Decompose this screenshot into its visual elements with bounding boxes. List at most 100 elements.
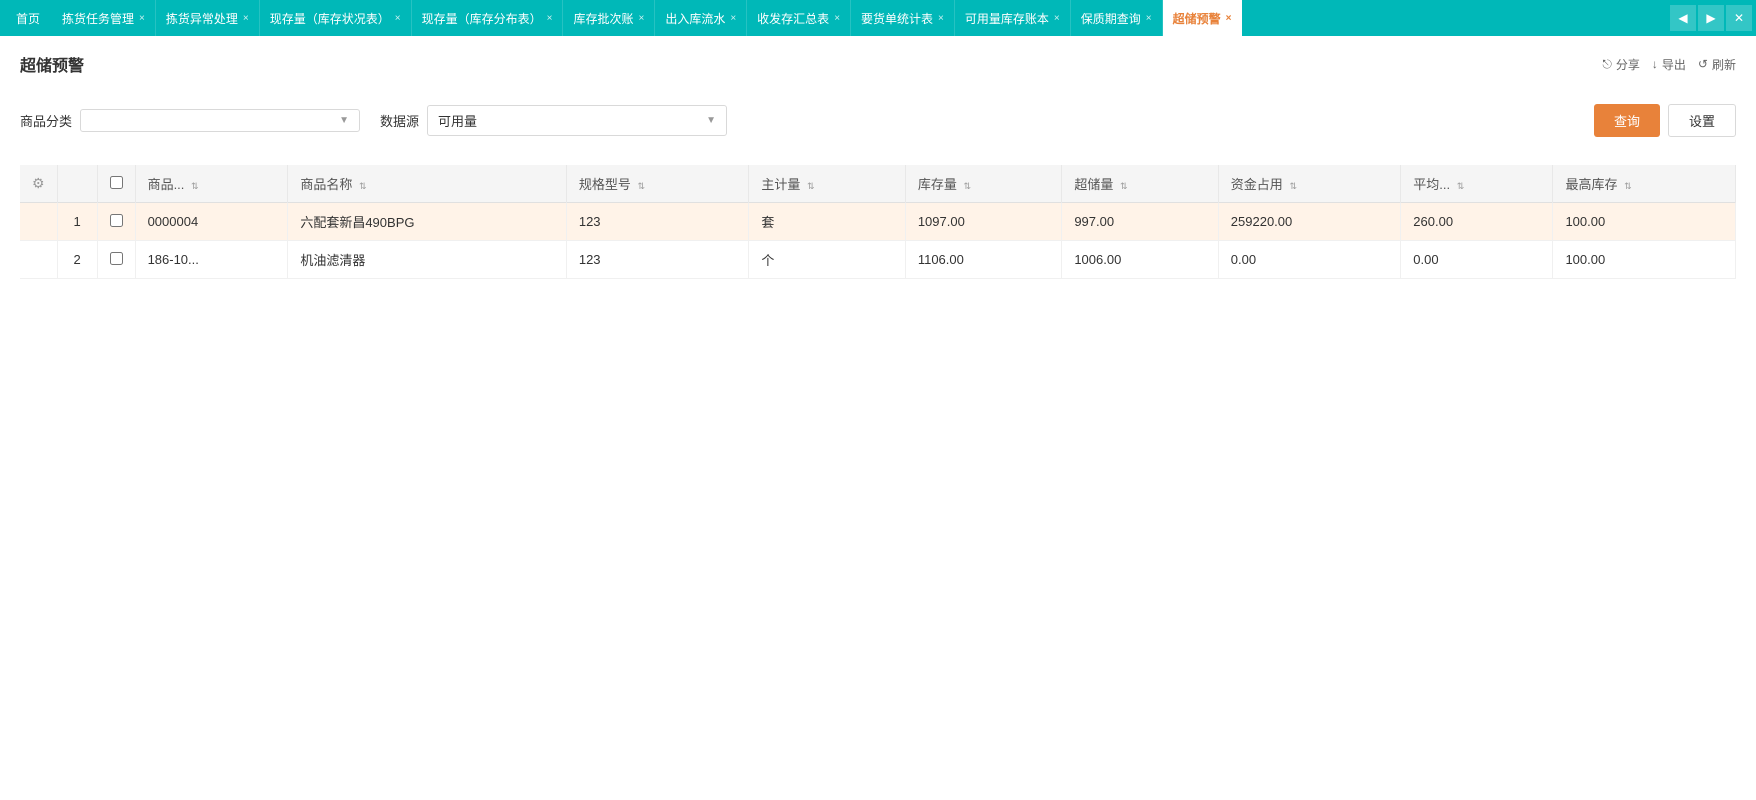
table-row: 2 186-10... 机油滤清器 123 个 1106.00 1006.00 … bbox=[20, 241, 1736, 279]
th-stock[interactable]: 库存量 ⇅ bbox=[905, 165, 1061, 203]
row-checkbox[interactable] bbox=[110, 252, 123, 265]
nav-tab-4[interactable]: 库存批次账 × bbox=[563, 0, 655, 36]
export-button[interactable]: ↓ 导出 bbox=[1652, 56, 1686, 73]
th-goods-name[interactable]: 商品名称 ⇅ bbox=[288, 165, 567, 203]
th-avg[interactable]: 平均... ⇅ bbox=[1401, 165, 1553, 203]
row-goods-name: 机油滤清器 bbox=[288, 241, 567, 279]
th-capital-label: 资金占用 bbox=[1231, 177, 1283, 192]
th-spec[interactable]: 规格型号 ⇅ bbox=[566, 165, 749, 203]
nav-tab-label-3: 现存量（库存分布表） bbox=[422, 10, 542, 27]
th-checkbox bbox=[97, 165, 135, 203]
nav-tab-9[interactable]: 保质期查询 × bbox=[1071, 0, 1163, 36]
nav-tab-close-0[interactable]: × bbox=[139, 13, 145, 24]
nav-tab-close-2[interactable]: × bbox=[395, 13, 401, 24]
row-checkbox[interactable] bbox=[110, 214, 123, 227]
nav-tab-close-10[interactable]: × bbox=[1226, 13, 1232, 24]
refresh-button[interactable]: ↺ 刷新 bbox=[1698, 56, 1736, 73]
nav-tab-5[interactable]: 出入库流水 × bbox=[655, 0, 747, 36]
nav-tab-close-1[interactable]: × bbox=[243, 13, 249, 24]
th-max-stock[interactable]: 最高库存 ⇅ bbox=[1553, 165, 1736, 203]
sort-icon-goods-name: ⇅ bbox=[359, 181, 367, 191]
nav-tab-close-9[interactable]: × bbox=[1146, 13, 1152, 24]
nav-prev-button[interactable]: ◀ bbox=[1670, 5, 1696, 31]
settings-gear-icon[interactable]: ⚙ bbox=[32, 175, 45, 191]
th-overstock-label: 超储量 bbox=[1074, 177, 1113, 192]
page-title: 超储预警 bbox=[20, 52, 84, 76]
nav-tab-label-7: 要货单统计表 bbox=[861, 10, 933, 27]
refresh-label: 刷新 bbox=[1712, 56, 1736, 73]
datasource-select[interactable]: 可用量 ▼ bbox=[427, 105, 727, 136]
nav-tab-8[interactable]: 可用量库存账本 × bbox=[955, 0, 1071, 36]
nav-tab-10[interactable]: 超储预警 × bbox=[1163, 0, 1243, 36]
share-button[interactable]: ⎋ 分享 bbox=[1602, 56, 1640, 73]
th-stock-label: 库存量 bbox=[918, 177, 957, 192]
filter-actions: 查询 设置 bbox=[1594, 104, 1736, 137]
th-spec-label: 规格型号 bbox=[579, 177, 631, 192]
row-index: 2 bbox=[57, 241, 97, 279]
row-capital: 0.00 bbox=[1218, 241, 1401, 279]
nav-tab-7[interactable]: 要货单统计表 × bbox=[851, 0, 955, 36]
nav-tab-close-6[interactable]: × bbox=[834, 13, 840, 24]
nav-tab-label-9: 保质期查询 bbox=[1081, 10, 1141, 27]
category-filter-label: 商品分类 bbox=[20, 111, 72, 130]
th-unit-label: 主计量 bbox=[761, 177, 800, 192]
nav-tab-close-5[interactable]: × bbox=[730, 13, 736, 24]
row-avg: 260.00 bbox=[1401, 203, 1553, 241]
nav-home[interactable]: 首页 bbox=[4, 0, 52, 36]
row-settings-cell bbox=[20, 241, 57, 279]
th-goods-name-label: 商品名称 bbox=[300, 177, 352, 192]
page-content: 超储预警 ⎋ 分享 ↓ 导出 ↺ 刷新 商品分类 ▼ 数据源 bbox=[0, 36, 1756, 800]
row-goods-name: 六配套新昌490BPG bbox=[288, 203, 567, 241]
nav-tab-close-4[interactable]: × bbox=[638, 13, 644, 24]
th-unit[interactable]: 主计量 ⇅ bbox=[749, 165, 905, 203]
header-actions: ⎋ 分享 ↓ 导出 ↺ 刷新 bbox=[1602, 56, 1736, 73]
sort-icon-spec: ⇅ bbox=[637, 181, 645, 191]
nav-tab-close-8[interactable]: × bbox=[1054, 13, 1060, 24]
nav-tab-label-6: 收发存汇总表 bbox=[757, 10, 829, 27]
nav-tab-0[interactable]: 拣货任务管理 × bbox=[52, 0, 156, 36]
row-spec: 123 bbox=[566, 241, 749, 279]
filter-bar: 商品分类 ▼ 数据源 可用量 ▼ 查询 设置 bbox=[20, 92, 1736, 149]
nav-close-button[interactable]: ✕ bbox=[1726, 5, 1752, 31]
th-settings: ⚙ bbox=[20, 165, 57, 203]
nav-tab-close-3[interactable]: × bbox=[547, 13, 553, 24]
page-header: 超储预警 ⎋ 分享 ↓ 导出 ↺ 刷新 bbox=[20, 52, 1736, 76]
datasource-select-value: 可用量 bbox=[438, 111, 477, 130]
row-unit: 套 bbox=[749, 203, 905, 241]
row-stock: 1097.00 bbox=[905, 203, 1061, 241]
row-checkbox-cell[interactable] bbox=[97, 241, 135, 279]
th-capital[interactable]: 资金占用 ⇅ bbox=[1218, 165, 1401, 203]
table-row: 1 0000004 六配套新昌490BPG 123 套 1097.00 997.… bbox=[20, 203, 1736, 241]
category-select[interactable]: ▼ bbox=[80, 109, 360, 132]
row-spec: 123 bbox=[566, 203, 749, 241]
row-max-stock: 100.00 bbox=[1553, 241, 1736, 279]
row-checkbox-cell[interactable] bbox=[97, 203, 135, 241]
th-goods-code-label: 商品... bbox=[148, 177, 185, 192]
export-icon: ↓ bbox=[1652, 57, 1658, 71]
sort-icon-avg: ⇅ bbox=[1457, 181, 1465, 191]
nav-arrows: ◀ ▶ ✕ bbox=[1668, 5, 1752, 31]
sort-icon-unit: ⇅ bbox=[807, 181, 815, 191]
nav-tab-label-2: 现存量（库存状况表） bbox=[270, 10, 390, 27]
nav-tab-1[interactable]: 拣货异常处理 × bbox=[156, 0, 260, 36]
nav-tab-label-5: 出入库流水 bbox=[665, 10, 725, 27]
query-button[interactable]: 查询 bbox=[1594, 104, 1660, 137]
sort-icon-goods-code: ⇅ bbox=[191, 181, 199, 191]
th-overstock[interactable]: 超储量 ⇅ bbox=[1062, 165, 1218, 203]
nav-tab-3[interactable]: 现存量（库存分布表） × bbox=[412, 0, 564, 36]
table-header-row: ⚙ 商品... ⇅ 商品名称 ⇅ 规格型号 ⇅ bbox=[20, 165, 1736, 203]
row-capital: 259220.00 bbox=[1218, 203, 1401, 241]
th-index bbox=[57, 165, 97, 203]
nav-next-button[interactable]: ▶ bbox=[1698, 5, 1724, 31]
nav-tab-6[interactable]: 收发存汇总表 × bbox=[747, 0, 851, 36]
th-goods-code[interactable]: 商品... ⇅ bbox=[135, 165, 288, 203]
nav-tab-label-4: 库存批次账 bbox=[573, 10, 633, 27]
nav-tab-close-7[interactable]: × bbox=[938, 13, 944, 24]
row-goods-code: 186-10... bbox=[135, 241, 288, 279]
share-label: 分享 bbox=[1616, 56, 1640, 73]
refresh-icon: ↺ bbox=[1698, 57, 1708, 71]
sort-icon-stock: ⇅ bbox=[963, 181, 971, 191]
select-all-checkbox[interactable] bbox=[110, 176, 123, 189]
nav-tab-2[interactable]: 现存量（库存状况表） × bbox=[260, 0, 412, 36]
settings-button[interactable]: 设置 bbox=[1668, 104, 1736, 137]
